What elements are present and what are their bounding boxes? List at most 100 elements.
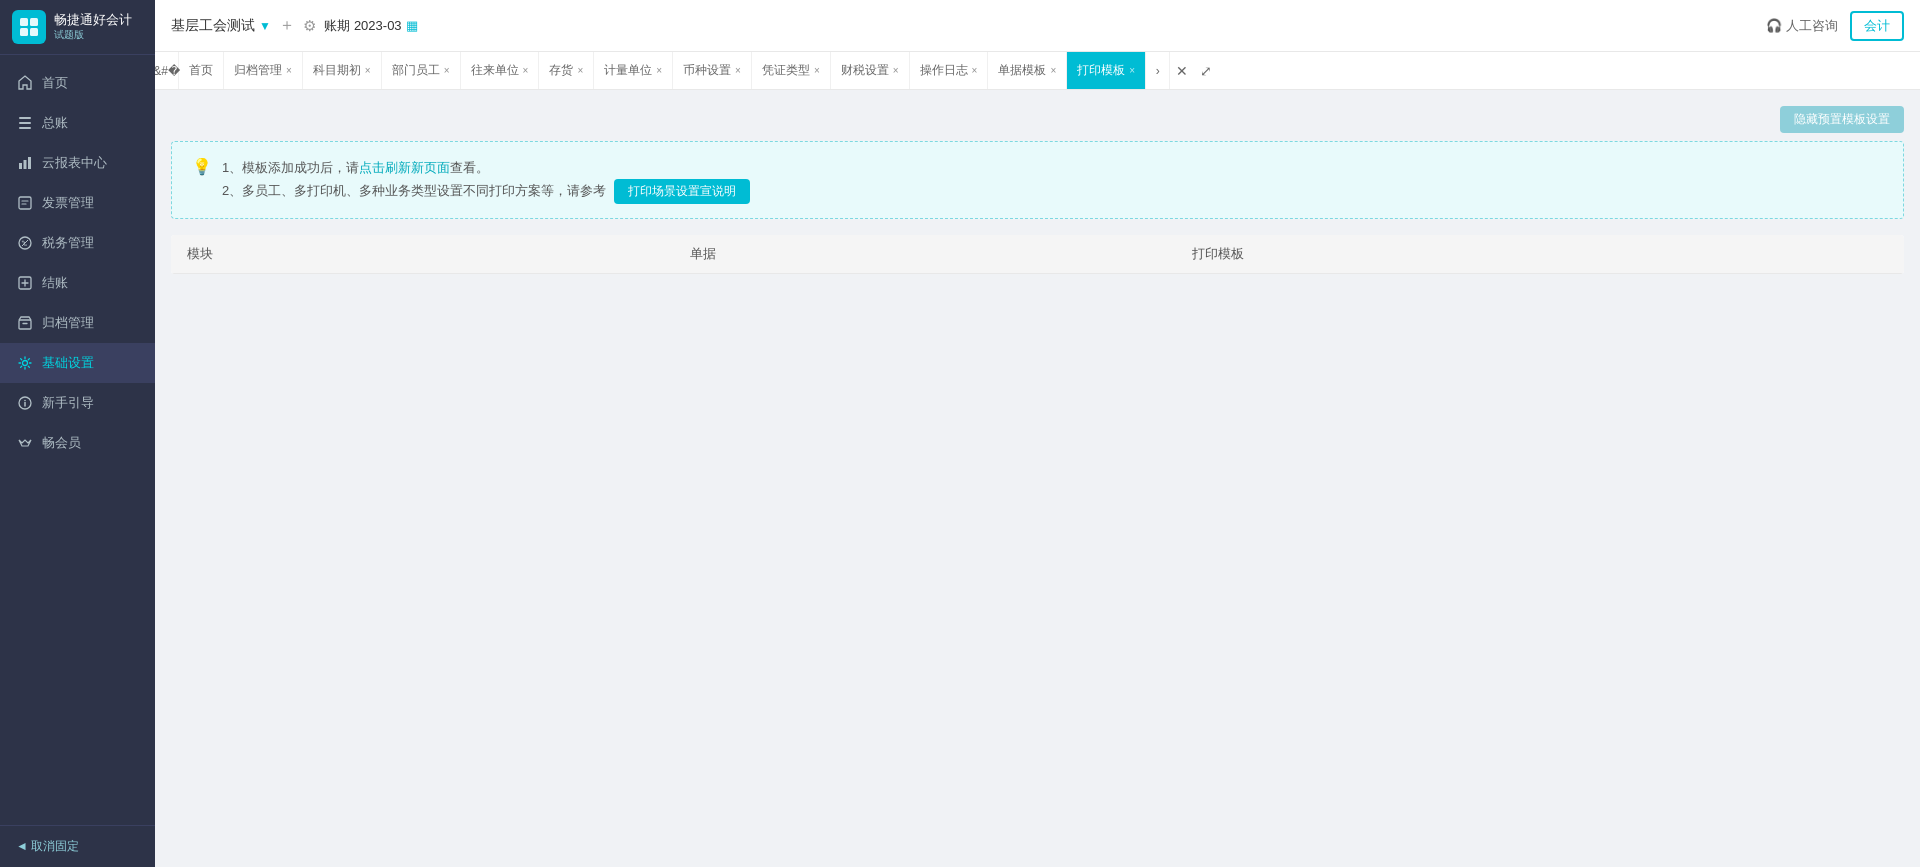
calendar-icon[interactable]: ▦	[406, 18, 418, 33]
sidebar-item-tax[interactable]: 税务管理	[0, 223, 155, 263]
tab-taxsettings[interactable]: 财税设置 ×	[831, 52, 910, 89]
sidebar-label-tax: 税务管理	[42, 234, 94, 252]
headset-icon: 🎧	[1766, 18, 1782, 33]
sidebar-label-ledger: 总账	[42, 114, 68, 132]
table-header-1: 单据	[674, 235, 1177, 274]
sidebar-item-reports[interactable]: 云报表中心	[0, 143, 155, 183]
sidebar: 畅捷通好会计 试题版 首页 总账 云报表中心 发票管理 税务管理 结账 归档管理…	[0, 0, 155, 867]
guide-icon	[16, 394, 34, 412]
tabs-close-all-button[interactable]: ✕	[1170, 52, 1194, 89]
tab-close-currency[interactable]: ×	[735, 65, 741, 76]
settings-icon	[16, 354, 34, 372]
sidebar-item-vip[interactable]: 畅会员	[0, 423, 155, 463]
tax-icon	[16, 234, 34, 252]
print-scene-button[interactable]: 打印场景设置宣说明	[614, 179, 750, 204]
tab-dept[interactable]: 部门员工×	[382, 52, 461, 89]
vip-icon	[16, 434, 34, 452]
ledger-icon	[16, 114, 34, 132]
sidebar-label-reports: 云报表中心	[42, 154, 107, 172]
tab-label-unit: 计量单位	[604, 62, 652, 79]
svg-rect-6	[19, 127, 31, 129]
tab-close-archive[interactable]: ×	[286, 65, 292, 76]
sidebar-label-home: 首页	[42, 74, 68, 92]
sidebar-label-settings: 基础设置	[42, 354, 94, 372]
tab-supplier[interactable]: 往来单位 ×	[461, 52, 540, 89]
content-area: 隐藏预置模板设置 💡 1、模板添加成功后，请点击刷新新页面查看。 2、多员工、多…	[155, 90, 1920, 867]
tab-label-archive: 归档管理	[234, 62, 282, 79]
sidebar-label-archive: 归档管理	[42, 314, 94, 332]
company-selector[interactable]: 基层工会测试 ▼	[171, 17, 271, 35]
tabs-next-button[interactable]: ›	[1146, 52, 1170, 89]
table-header-0: 模块	[171, 235, 674, 274]
settings-gear-icon[interactable]: ⚙	[303, 17, 316, 35]
reports-icon	[16, 154, 34, 172]
tabs-bar: &#�首页归档管理×科目期初×部门员工×往来单位×存货×计量单位×币种设置×凭证…	[155, 52, 1920, 90]
notice-text: 1、模板添加成功后，请点击刷新新页面查看。 2、多员工、多打印机、多种业务类型设…	[222, 156, 1883, 204]
account-button[interactable]: 会计	[1850, 11, 1904, 41]
tab-close-print[interactable]: ×	[1129, 65, 1135, 76]
tab-print[interactable]: 打印模板 ×	[1067, 52, 1146, 89]
table-header-2: 打印模板	[1176, 235, 1904, 274]
svg-rect-1	[30, 18, 38, 26]
hide-preview-button[interactable]: 隐藏预置模板设置	[1780, 106, 1904, 133]
topbar-left: 基层工会测试 ▼ ＋ ⚙ 账期 2023-03 ▦	[171, 15, 418, 36]
tab-receipt[interactable]: 单据模板×	[988, 52, 1067, 89]
topbar-right: 🎧 人工咨询 会计	[1766, 11, 1904, 41]
tab-label-taxsettings: 财税设置	[841, 62, 889, 79]
period-value: 2023-03	[354, 18, 402, 33]
sidebar-label-close: 结账	[42, 274, 68, 292]
tabs-prev-button[interactable]: &#�	[155, 52, 179, 89]
tab-label-print: 打印模板	[1077, 62, 1125, 79]
tab-unit[interactable]: 计量单位 ×	[594, 52, 673, 89]
period-label: 账期	[324, 17, 350, 35]
tab-label-supplier: 往来单位	[471, 62, 519, 79]
tab-label-home: 首页	[189, 62, 213, 79]
tab-label-voucher: 凭证类型	[762, 62, 810, 79]
bulb-icon: 💡	[192, 157, 212, 176]
tab-archive[interactable]: 归档管理 ×	[224, 52, 303, 89]
tab-subject[interactable]: 科目期初×	[303, 52, 382, 89]
help-button[interactable]: 🎧 人工咨询	[1766, 17, 1838, 35]
sidebar-item-close[interactable]: 结账	[0, 263, 155, 303]
tab-close-unit[interactable]: ×	[656, 65, 662, 76]
close-icon	[16, 274, 34, 292]
svg-rect-4	[19, 117, 31, 119]
tab-oplog[interactable]: 操作日志×	[910, 52, 989, 89]
sidebar-item-invoice[interactable]: 发票管理	[0, 183, 155, 223]
sidebar-item-settings[interactable]: 基础设置	[0, 343, 155, 383]
invoice-icon	[16, 194, 34, 212]
unpin-button[interactable]: ◄ 取消固定	[0, 825, 155, 867]
hide-preview-area: 隐藏预置模板设置	[171, 106, 1904, 133]
tab-close-supplier[interactable]: ×	[523, 65, 529, 76]
tab-close-taxsettings[interactable]: ×	[893, 65, 899, 76]
tab-voucher[interactable]: 凭证类型 ×	[752, 52, 831, 89]
tabs-expand-button[interactable]: ⤢	[1194, 52, 1218, 89]
tab-home[interactable]: 首页	[179, 52, 224, 89]
sidebar-label-vip: 畅会员	[42, 434, 81, 452]
sidebar-item-ledger[interactable]: 总账	[0, 103, 155, 143]
logo-sub: 试题版	[54, 28, 132, 42]
help-label: 人工咨询	[1786, 17, 1838, 35]
refresh-link[interactable]: 点击刷新新页面	[359, 160, 450, 175]
topbar: 基层工会测试 ▼ ＋ ⚙ 账期 2023-03 ▦ 🎧 人工咨询 会计	[155, 0, 1920, 52]
tab-close-receipt[interactable]: ×	[1050, 65, 1056, 76]
archive-icon	[16, 314, 34, 332]
sidebar-item-guide[interactable]: 新手引导	[0, 383, 155, 423]
sidebar-item-home[interactable]: 首页	[0, 63, 155, 103]
tab-label-stock: 存货	[549, 62, 573, 79]
add-tab-button[interactable]: ＋	[279, 15, 295, 36]
tab-close-stock[interactable]: ×	[577, 65, 583, 76]
tab-close-dept[interactable]: ×	[444, 65, 450, 76]
tab-currency[interactable]: 币种设置×	[673, 52, 752, 89]
period-selector: 账期 2023-03 ▦	[324, 17, 418, 35]
tab-stock[interactable]: 存货 ×	[539, 52, 594, 89]
sidebar-item-archive[interactable]: 归档管理	[0, 303, 155, 343]
tab-close-oplog[interactable]: ×	[972, 65, 978, 76]
main-area: 基层工会测试 ▼ ＋ ⚙ 账期 2023-03 ▦ 🎧 人工咨询 会计 &#� 首…	[155, 0, 1920, 867]
company-dropdown-icon: ▼	[259, 19, 271, 33]
print-template-table: 模块单据打印模板	[171, 235, 1904, 274]
svg-rect-10	[19, 197, 31, 209]
tab-close-voucher[interactable]: ×	[814, 65, 820, 76]
sidebar-label-invoice: 发票管理	[42, 194, 94, 212]
tab-close-subject[interactable]: ×	[365, 65, 371, 76]
